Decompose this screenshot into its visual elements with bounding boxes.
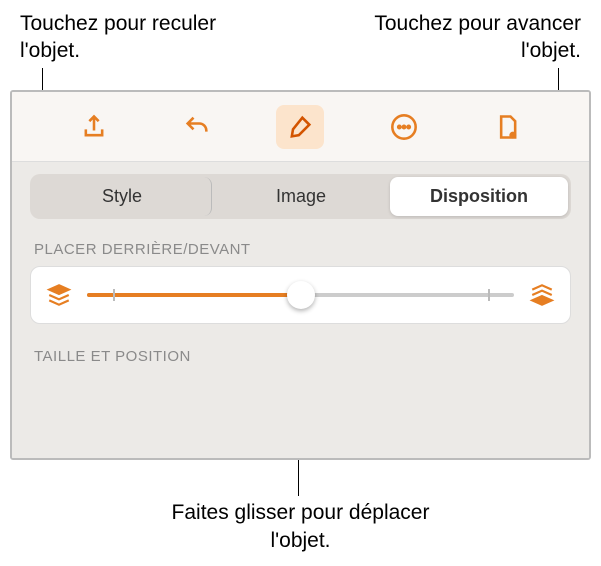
send-backward-button[interactable] [45, 281, 73, 309]
layer-slider[interactable] [87, 281, 514, 309]
format-button[interactable] [276, 105, 324, 149]
app-frame: Style Image Disposition PLACER DERRIÈRE/… [10, 90, 591, 460]
undo-icon [183, 113, 211, 141]
tab-style[interactable]: Style [33, 177, 212, 216]
slider-tick [113, 289, 115, 301]
toolbar [12, 92, 589, 162]
tab-disposition[interactable]: Disposition [390, 177, 568, 216]
segmented-tabs: Style Image Disposition [30, 174, 571, 219]
share-icon [80, 113, 108, 141]
callout-forward: Touchez pour avancer l'objet. [361, 10, 581, 65]
layers-back-icon [46, 282, 72, 308]
bring-forward-button[interactable] [528, 281, 556, 309]
undo-button[interactable] [173, 105, 221, 149]
more-button[interactable] [380, 105, 428, 149]
more-icon [390, 113, 418, 141]
slider-track-fill [87, 293, 301, 297]
format-panel: Style Image Disposition PLACER DERRIÈRE/… [12, 162, 589, 458]
layer-order-row [30, 266, 571, 324]
brush-icon [286, 113, 314, 141]
tab-image[interactable]: Image [212, 177, 390, 216]
share-button[interactable] [70, 105, 118, 149]
callout-back: Touchez pour reculer l'objet. [20, 10, 240, 65]
section-title-placer: PLACER DERRIÈRE/DEVANT [34, 241, 567, 258]
layers-front-icon [529, 282, 555, 308]
callout-drag: Faites glisser pour déplacer l'objet. [171, 499, 431, 554]
slider-knob[interactable] [287, 281, 315, 309]
document-icon [493, 113, 521, 141]
section-title-taille: TAILLE ET POSITION [34, 348, 567, 365]
document-button[interactable] [483, 105, 531, 149]
slider-tick [488, 289, 490, 301]
